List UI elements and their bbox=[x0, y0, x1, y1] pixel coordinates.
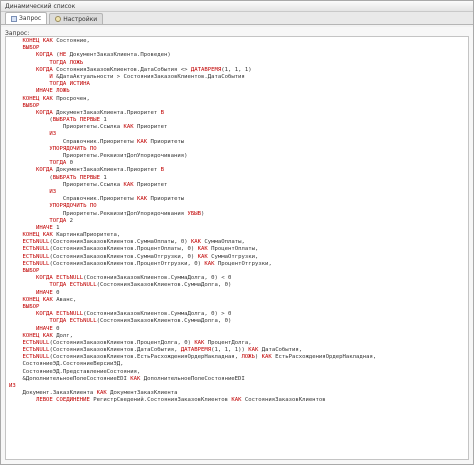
query-tab-content: Запрос: КОНЕЦ КАК Состояние, ВЫБОР КОГДА… bbox=[1, 27, 473, 464]
query-text-editor[interactable]: КОНЕЦ КАК Состояние, ВЫБОР КОГДА (НЕ Док… bbox=[5, 36, 469, 460]
code-line: ЕСТЬNULL(СостоянияЗаказовКлиентов.СуммаО… bbox=[22, 253, 259, 260]
code-line: Приоритеты.РеквизитДопУпорядочивания УБЫ… bbox=[62, 210, 205, 217]
code-line: КОГДА ЕСТЬNULL(СостоянияЗаказовКлиентов.… bbox=[35, 311, 232, 318]
tab-settings-label: Настройки bbox=[63, 15, 98, 23]
title-bar: Динамический список bbox=[1, 1, 473, 12]
tab-settings[interactable]: Настройки bbox=[49, 13, 104, 24]
code-line: ЕСТЬNULL(СостоянияЗаказовКлиентов.Процен… bbox=[22, 246, 259, 253]
code-line: ИЗ bbox=[49, 131, 57, 138]
code-line: ТОГДА ЕСТЬNULL(СостоянияЗаказовКлиентов.… bbox=[49, 282, 232, 289]
code-line: Приоритеты.Ссылка КАК Приоритет bbox=[62, 181, 168, 188]
code-line: Приоритеты.Ссылка КАК Приоритет bbox=[62, 124, 168, 131]
code-line: (ВЫБРАТЬ ПЕРВЫЕ 1 bbox=[9, 174, 107, 181]
code-line: Приоритеты.РеквизитДопУпорядочивания) bbox=[62, 153, 188, 159]
code-line: ИНАЧЕ 0 bbox=[35, 289, 60, 296]
code-line: ИНАЧЕ 0 bbox=[35, 325, 60, 332]
code-line: ТОГДА 0 bbox=[49, 160, 74, 167]
code-line: УПОРЯДОЧИТЬ ПО bbox=[49, 145, 97, 152]
code-line: ЕСТЬNULL(СостоянияЗаказовКлиентов.Процен… bbox=[22, 339, 252, 346]
code-line: КОГДА СостоянияЗаказовКлиентов.ДатаСобыт… bbox=[35, 66, 252, 73]
tab-query[interactable]: Запрос bbox=[5, 12, 48, 24]
code-line: ЕСТЬNULL(СостоянияЗаказовКлиентов.СуммаО… bbox=[22, 239, 245, 246]
code-line: КОГДА (НЕ ДокументЗаказКлиента.Проведен) bbox=[35, 52, 171, 59]
code-line: СостояниеЭД.СостояниеВерсииЭД, bbox=[22, 361, 124, 368]
code-line: КОНЕЦ КАК Состояние, bbox=[22, 38, 90, 44]
code-line: ИНАЧЕ ЛОЖЬ bbox=[35, 88, 70, 95]
code-line: КОНЕЦ КАК КартинкаПриоритета, bbox=[22, 232, 121, 239]
query-code: КОНЕЦ КАК Состояние, ВЫБОР КОГДА (НЕ Док… bbox=[9, 38, 466, 405]
code-line: Справочник.Приоритеты КАК Приоритеты bbox=[62, 138, 185, 145]
tab-query-label: Запрос bbox=[19, 15, 42, 22]
tab-bar: Запрос Настройки bbox=[1, 12, 473, 25]
code-line: ИЗ bbox=[9, 383, 16, 389]
code-line: ВЫБОР bbox=[22, 303, 40, 310]
code-line: Документ.ЗаказКлиента КАК ДокументЗаказК… bbox=[22, 390, 178, 397]
code-line: ВЫБОР bbox=[22, 268, 40, 274]
query-icon bbox=[11, 15, 17, 22]
code-line: И &ДатаАктуальности > СостоянияЗаказовКл… bbox=[49, 73, 245, 80]
code-line: ИЗ bbox=[49, 188, 57, 195]
code-line: ТОГДА ИСТИНА bbox=[49, 81, 90, 88]
code-line: ЕСТЬNULL(СостоянияЗаказовКлиентов.Процен… bbox=[22, 260, 272, 267]
code-line: ИНАЧЕ 1 bbox=[35, 224, 60, 231]
code-line: СостояниеЭД.ПредставлениеСостояния, bbox=[22, 368, 141, 375]
code-line: ТОГДА ЛОЖЬ bbox=[49, 59, 84, 66]
code-line: (ВЫБРАТЬ ПЕРВЫЕ 1 bbox=[9, 117, 107, 124]
code-line: ВЫБОР bbox=[22, 102, 40, 109]
code-line: ВЫБОР bbox=[22, 45, 40, 52]
code-line: КОГДА ЕСТЬNULL(СостоянияЗаказовКлиентов.… bbox=[35, 275, 232, 282]
settings-icon bbox=[55, 16, 62, 22]
code-line: ЛЕВОЕ СОЕДИНЕНИЕ РегистрСведений.Состоян… bbox=[35, 397, 326, 404]
code-line: ЕСТЬNULL(СостоянияЗаказовКлиентов.ДатаСо… bbox=[22, 347, 303, 354]
code-line: ТОГДА ЕСТЬNULL(СостоянияЗаказовКлиентов.… bbox=[49, 318, 232, 325]
code-line: КОГДА ДокументЗаказКлиента.Приоритет В bbox=[35, 109, 164, 116]
code-line: КОНЕЦ КАК Аванс, bbox=[22, 296, 77, 303]
code-line: КОНЕЦ КАК Долг, bbox=[22, 332, 74, 339]
window-title: Динамический список bbox=[5, 2, 76, 10]
code-line: КОГДА ДокументЗаказКлиента.Приоритет В bbox=[35, 167, 164, 174]
code-line: КОНЕЦ КАК Просрочен, bbox=[22, 95, 90, 102]
code-line: Справочник.Приоритеты КАК Приоритеты bbox=[62, 196, 185, 203]
code-line: &ДополнительноеПолеСостояниеEDI КАК Допо… bbox=[22, 375, 245, 382]
code-line: УПОРЯДОЧИТЬ ПО bbox=[49, 203, 97, 210]
dynamic-list-window: Динамический список Запрос Настройки Зап… bbox=[0, 0, 474, 465]
code-line: ТОГДА 2 bbox=[49, 217, 74, 224]
code-line: ЕСТЬNULL(СостоянияЗаказовКлиентов.ЕстьРа… bbox=[22, 354, 377, 361]
